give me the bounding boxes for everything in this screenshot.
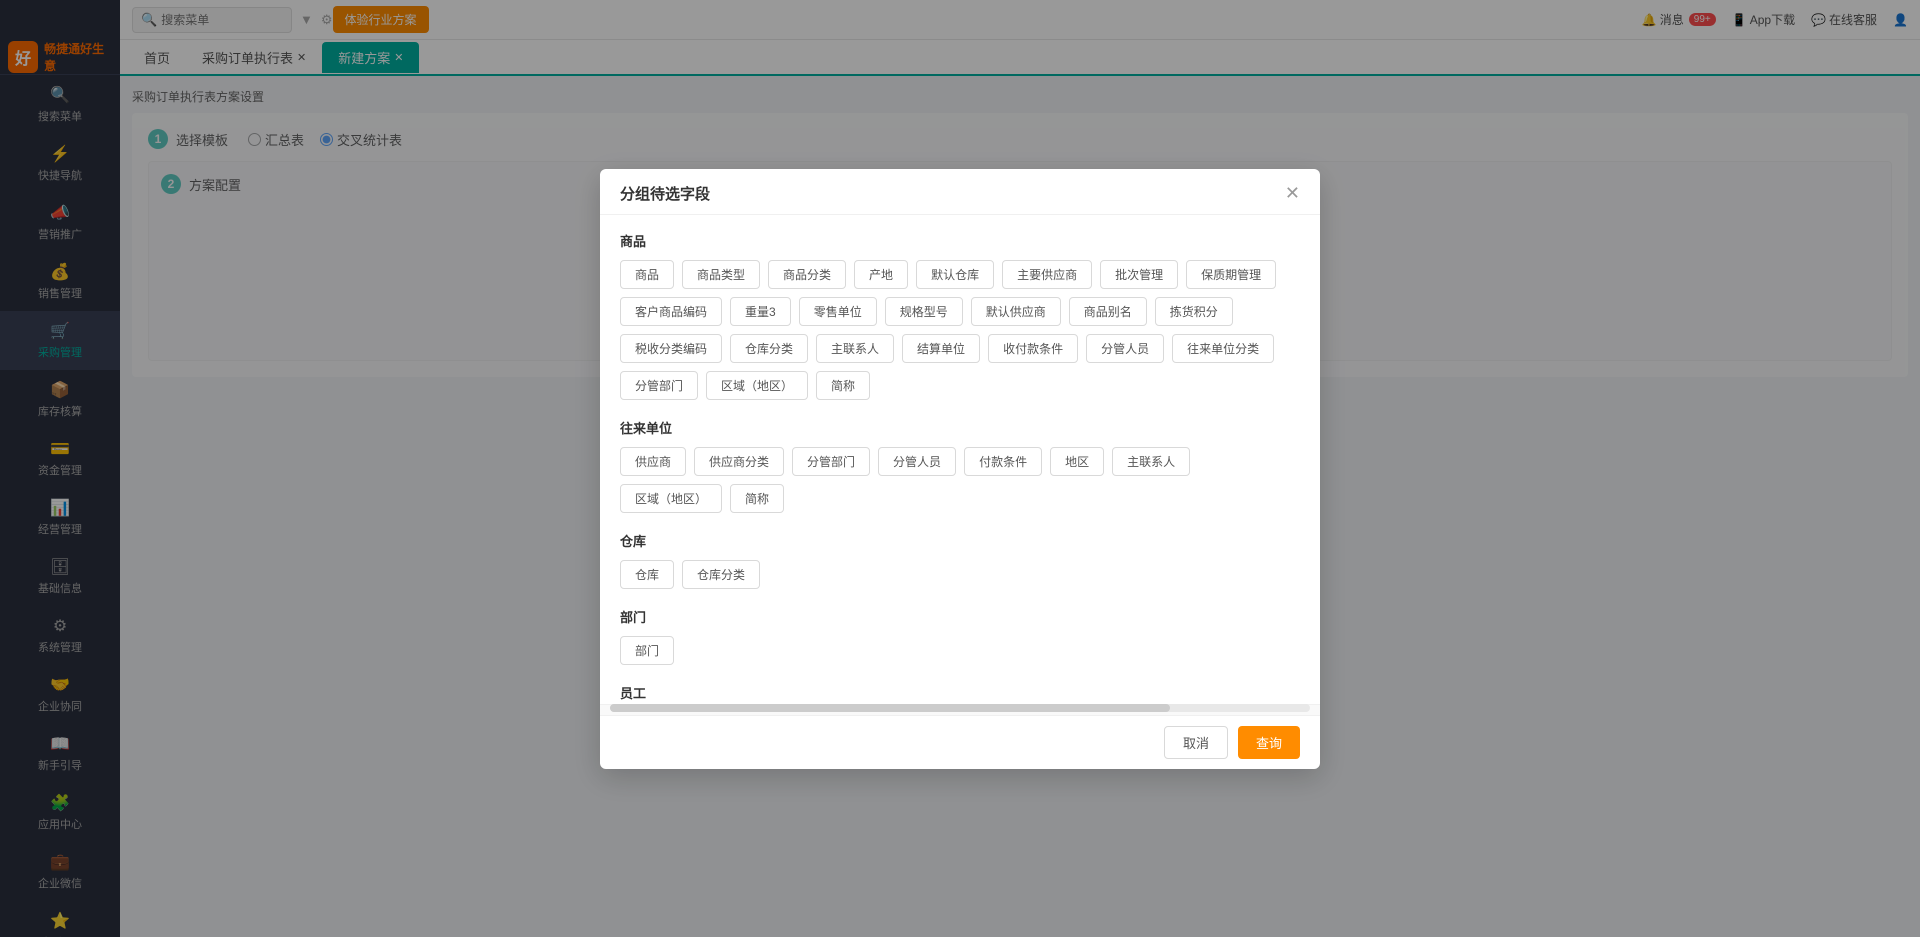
tag-partner-5[interactable]: 付款条件 [964, 447, 1042, 476]
section-partner: 往来单位 供应商 供应商分类 分管部门 分管人员 付款条件 地区 主联系人 区域… [620, 418, 1300, 513]
tag-goods-10[interactable]: 重量3 [730, 297, 791, 326]
tag-partner-4[interactable]: 分管人员 [878, 447, 956, 476]
field-tags-warehouse: 仓库 仓库分类 [620, 560, 1300, 589]
section-title-warehouse: 仓库 [620, 531, 1300, 550]
tag-goods-12[interactable]: 规格型号 [885, 297, 963, 326]
hscroll-thumb [610, 704, 1170, 712]
section-goods: 商品 商品 商品类型 商品分类 产地 默认仓库 主要供应商 批次管理 保质期管理… [620, 231, 1300, 400]
tag-goods-3[interactable]: 商品分类 [768, 260, 846, 289]
tag-goods-1[interactable]: 商品 [620, 260, 674, 289]
section-warehouse: 仓库 仓库 仓库分类 [620, 531, 1300, 589]
section-staff: 员工 业务员 [620, 683, 1300, 705]
section-title-staff: 员工 [620, 683, 1300, 702]
tag-partner-8[interactable]: 区域（地区） [620, 484, 722, 513]
modal-body: 商品 商品 商品类型 商品分类 产地 默认仓库 主要供应商 批次管理 保质期管理… [600, 215, 1320, 705]
tag-goods-22[interactable]: 往来单位分类 [1172, 334, 1274, 363]
tag-goods-20[interactable]: 收付款条件 [988, 334, 1078, 363]
tag-partner-2[interactable]: 供应商分类 [694, 447, 784, 476]
tag-goods-11[interactable]: 零售单位 [799, 297, 877, 326]
section-dept: 部门 部门 [620, 607, 1300, 665]
tag-goods-2[interactable]: 商品类型 [682, 260, 760, 289]
tag-goods-4[interactable]: 产地 [854, 260, 908, 289]
tag-warehouse-2[interactable]: 仓库分类 [682, 560, 760, 589]
tag-dept-1[interactable]: 部门 [620, 636, 674, 665]
tag-goods-7[interactable]: 批次管理 [1100, 260, 1178, 289]
field-select-modal: 分组待选字段 ✕ 商品 商品 商品类型 商品分类 产地 默认仓库 主要供应商 批… [600, 169, 1320, 769]
tag-warehouse-1[interactable]: 仓库 [620, 560, 674, 589]
modal-close-icon[interactable]: ✕ [1285, 183, 1300, 204]
tag-partner-6[interactable]: 地区 [1050, 447, 1104, 476]
tag-partner-9[interactable]: 简称 [730, 484, 784, 513]
tag-goods-9[interactable]: 客户商品编码 [620, 297, 722, 326]
section-title-dept: 部门 [620, 607, 1300, 626]
tag-partner-3[interactable]: 分管部门 [792, 447, 870, 476]
tag-goods-6[interactable]: 主要供应商 [1002, 260, 1092, 289]
hscroll-track [610, 704, 1310, 712]
tag-goods-17[interactable]: 仓库分类 [730, 334, 808, 363]
tag-goods-25[interactable]: 简称 [816, 371, 870, 400]
tag-goods-8[interactable]: 保质期管理 [1186, 260, 1276, 289]
tag-goods-19[interactable]: 结算单位 [902, 334, 980, 363]
tag-goods-21[interactable]: 分管人员 [1086, 334, 1164, 363]
field-tags-partner: 供应商 供应商分类 分管部门 分管人员 付款条件 地区 主联系人 区域（地区） … [620, 447, 1300, 513]
modal-footer: 取消 查询 [600, 715, 1320, 769]
modal-header: 分组待选字段 ✕ [600, 169, 1320, 215]
field-tags-goods: 商品 商品类型 商品分类 产地 默认仓库 主要供应商 批次管理 保质期管理 客户… [620, 260, 1300, 400]
tag-goods-14[interactable]: 商品别名 [1069, 297, 1147, 326]
tag-goods-23[interactable]: 分管部门 [620, 371, 698, 400]
confirm-button[interactable]: 查询 [1238, 726, 1300, 759]
tag-goods-15[interactable]: 拣货积分 [1155, 297, 1233, 326]
tag-goods-5[interactable]: 默认仓库 [916, 260, 994, 289]
modal-hscroll[interactable] [600, 704, 1320, 714]
field-tags-dept: 部门 [620, 636, 1300, 665]
modal-overlay: 分组待选字段 ✕ 商品 商品 商品类型 商品分类 产地 默认仓库 主要供应商 批… [0, 0, 1920, 937]
tag-partner-1[interactable]: 供应商 [620, 447, 686, 476]
cancel-button[interactable]: 取消 [1164, 726, 1228, 759]
section-title-partner: 往来单位 [620, 418, 1300, 437]
tag-goods-13[interactable]: 默认供应商 [971, 297, 1061, 326]
section-title-goods: 商品 [620, 231, 1300, 250]
tag-goods-18[interactable]: 主联系人 [816, 334, 894, 363]
tag-partner-7[interactable]: 主联系人 [1112, 447, 1190, 476]
tag-goods-16[interactable]: 税收分类编码 [620, 334, 722, 363]
modal-title: 分组待选字段 [620, 183, 710, 204]
tag-goods-24[interactable]: 区域（地区） [706, 371, 808, 400]
